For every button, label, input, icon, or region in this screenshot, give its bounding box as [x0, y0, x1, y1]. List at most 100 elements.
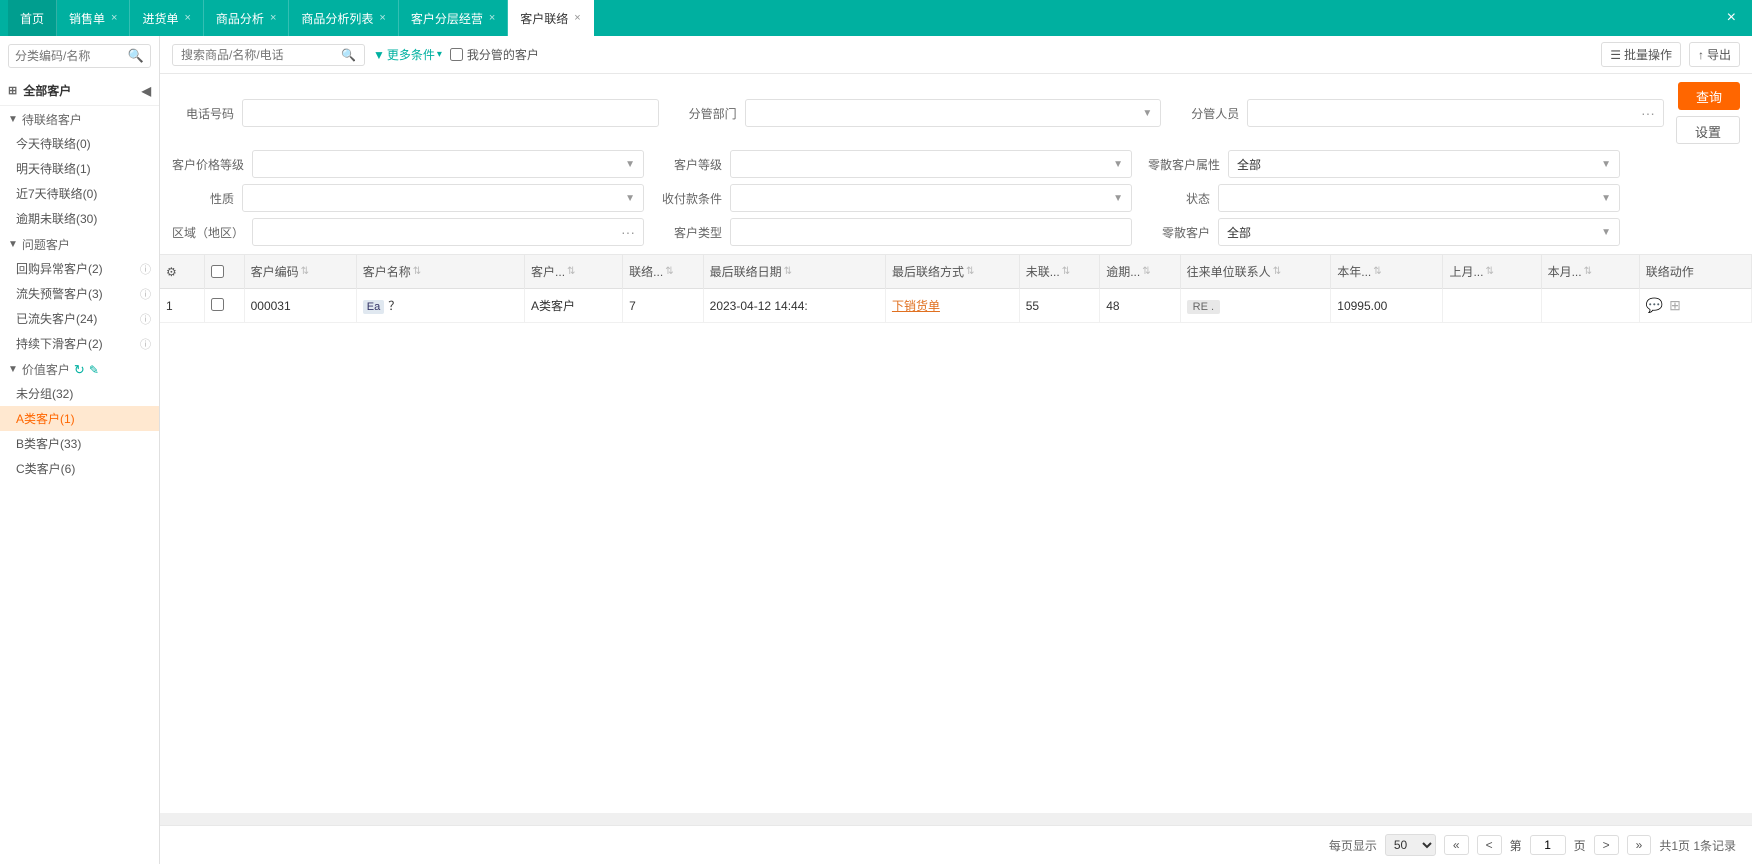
- value-edit-icon[interactable]: ✎: [89, 363, 99, 377]
- declining-label: 持续下滑客户(2): [16, 335, 103, 352]
- sidebar-item-b-class[interactable]: B类客户(33): [0, 431, 159, 456]
- cell-last-method[interactable]: 下销货单: [885, 289, 1019, 323]
- qr-icon[interactable]: ⊞: [1669, 297, 1681, 314]
- filter-person-select[interactable]: ···: [1247, 99, 1664, 127]
- adv-filter-row-3: 性质 ▼ 收付款条件 ▼ 状态: [172, 184, 1740, 212]
- nav-tab-goods-analysis-close[interactable]: ×: [270, 12, 276, 24]
- next-page-btn[interactable]: >: [1594, 835, 1619, 855]
- setting-btn[interactable]: 设置: [1676, 116, 1740, 144]
- horizontal-scrollbar[interactable]: [160, 813, 1752, 825]
- th-last-date: 最后联络日期 ⇅: [703, 255, 885, 289]
- last-page-btn[interactable]: »: [1627, 835, 1652, 855]
- nav-tab-home[interactable]: 首页: [8, 0, 57, 36]
- value-customers-group[interactable]: ▼ 价值客户 ↻ ✎: [0, 356, 159, 381]
- filter-customer-type-input[interactable]: [730, 218, 1132, 246]
- page-number-input[interactable]: [1530, 835, 1566, 855]
- sidebar-item-declining[interactable]: 持续下滑客户(2) ⓘ: [0, 331, 159, 356]
- close-all-tabs[interactable]: ×: [1719, 9, 1744, 27]
- last-contact-method-link[interactable]: 下销货单: [892, 299, 940, 313]
- value-refresh-icon[interactable]: ↻: [74, 362, 85, 378]
- sidebar-item-a-class[interactable]: A类客户(1): [0, 406, 159, 431]
- nav-tab-customer-segment-close[interactable]: ×: [489, 12, 495, 24]
- sidebar-search-input[interactable]: [15, 49, 128, 63]
- filter-person: 分管人员 ···: [1177, 99, 1664, 127]
- sidebar-item-overdue[interactable]: 逾期未联络(30): [0, 206, 159, 231]
- filter-price-level-select[interactable]: ▼: [252, 150, 644, 178]
- sidebar-search-box[interactable]: 🔍: [8, 44, 151, 68]
- filter-nature-select[interactable]: ▼: [242, 184, 644, 212]
- this-year-sort-icon[interactable]: ⇅: [1373, 266, 1381, 277]
- nav-tab-purchase-close[interactable]: ×: [184, 12, 190, 24]
- last-month-sort-icon[interactable]: ⇅: [1485, 266, 1493, 277]
- filter-region-select[interactable]: ···: [252, 218, 644, 246]
- company-contact-sort-icon[interactable]: ⇅: [1273, 266, 1281, 277]
- pending-contact-group[interactable]: ▼ 待联络客户: [0, 106, 159, 131]
- row-checkbox[interactable]: [211, 298, 224, 311]
- sidebar-item-repurchase-abnormal[interactable]: 回购异常客户(2) ⓘ: [0, 256, 159, 281]
- th-code-label: 客户编码: [251, 263, 299, 280]
- my-customer-checkbox[interactable]: [450, 48, 463, 61]
- problem-customers-group[interactable]: ▼ 问题客户: [0, 231, 159, 256]
- nav-tab-purchase[interactable]: 进货单 ×: [130, 0, 203, 36]
- sidebar-collapse-btn[interactable]: ◀: [142, 84, 151, 98]
- filter-customer-level-select[interactable]: ▼: [730, 150, 1132, 178]
- main-search-input[interactable]: [181, 48, 341, 62]
- not-contacted-sort-icon[interactable]: ⇅: [1062, 266, 1070, 277]
- prev-page-btn[interactable]: <: [1477, 835, 1502, 855]
- th-settings[interactable]: ⚙: [160, 255, 205, 289]
- nav-tab-goods-list[interactable]: 商品分析列表 ×: [289, 0, 398, 36]
- this-month-sort-icon[interactable]: ⇅: [1584, 266, 1592, 277]
- export-btn[interactable]: ↑ 导出: [1689, 42, 1740, 67]
- main-search-box[interactable]: 🔍: [172, 44, 365, 66]
- cell-checkbox[interactable]: [205, 289, 244, 323]
- person-dots-icon[interactable]: ···: [1641, 105, 1655, 121]
- contact-count-sort-icon[interactable]: ⇅: [665, 266, 673, 277]
- batch-ops-btn[interactable]: ☰ 批量操作: [1601, 42, 1681, 67]
- sidebar-item-churn-warning[interactable]: 流失预警客户(3) ⓘ: [0, 281, 159, 306]
- nav-tab-customer-contact-close[interactable]: ×: [574, 12, 580, 24]
- overdue-sort-icon[interactable]: ⇅: [1142, 266, 1150, 277]
- code-sort-icon[interactable]: ⇅: [301, 266, 309, 277]
- first-page-btn[interactable]: «: [1444, 835, 1469, 855]
- nav-tab-goods-analysis[interactable]: 商品分析 ×: [204, 0, 289, 36]
- nav-tab-goods-list-label: 商品分析列表: [301, 10, 373, 27]
- nav-tab-sales-close[interactable]: ×: [111, 12, 117, 24]
- company-contact-tag: RE .: [1187, 300, 1220, 314]
- per-page-select[interactable]: 50 100 200: [1385, 834, 1436, 856]
- filter-payment-select[interactable]: ▼: [730, 184, 1132, 212]
- retail-caret-icon: ▼: [1601, 227, 1611, 238]
- nav-tab-customer-segment[interactable]: 客户分层经营 ×: [399, 0, 508, 36]
- region-dots-icon[interactable]: ···: [621, 224, 635, 240]
- filter-retail-attr-select[interactable]: 全部 ▼: [1228, 150, 1620, 178]
- filter-retail-select[interactable]: 全部 ▼: [1218, 218, 1620, 246]
- sidebar-item-c-class[interactable]: C类客户(6): [0, 456, 159, 481]
- nav-tab-sales[interactable]: 销售单 ×: [57, 0, 130, 36]
- query-btn[interactable]: 查询: [1678, 82, 1740, 110]
- nav-tab-goods-list-close[interactable]: ×: [379, 12, 385, 24]
- type-sort-icon[interactable]: ⇅: [567, 266, 575, 277]
- main-layout: 🔍 ⊞ 全部客户 ◀ ▼ 待联络客户 今天待联络(0) 明天待联络(1) 近7天…: [0, 36, 1752, 864]
- sidebar-item-churned[interactable]: 已流失客户(24) ⓘ: [0, 306, 159, 331]
- per-page-label: 每页显示: [1329, 837, 1377, 854]
- chat-icon[interactable]: 💬: [1646, 297, 1663, 314]
- th-checkbox[interactable]: [205, 255, 244, 289]
- last-date-sort-icon[interactable]: ⇅: [784, 266, 792, 277]
- my-customer-label: 我分管的客户: [467, 46, 539, 63]
- nav-tab-customer-contact[interactable]: 客户联络 ×: [508, 0, 593, 36]
- more-filters-btn[interactable]: ▼ 更多条件 ▾: [373, 46, 442, 63]
- sidebar-item-today[interactable]: 今天待联络(0): [0, 131, 159, 156]
- th-overdue-label: 逾期...: [1106, 263, 1140, 280]
- filter-price-level: 客户价格等级 ▼: [172, 150, 644, 178]
- filter-phone-input[interactable]: [242, 99, 659, 127]
- select-all-checkbox[interactable]: [211, 265, 224, 278]
- funnel-icon: ▼: [373, 48, 385, 62]
- filter-dept-select[interactable]: ▼: [745, 99, 1162, 127]
- my-customer-filter[interactable]: 我分管的客户: [450, 46, 539, 63]
- tomorrow-label: 明天待联络(1): [16, 160, 91, 177]
- sidebar-item-7days[interactable]: 近7天待联络(0): [0, 181, 159, 206]
- sidebar-item-tomorrow[interactable]: 明天待联络(1): [0, 156, 159, 181]
- filter-status-select[interactable]: ▼: [1218, 184, 1620, 212]
- last-method-sort-icon[interactable]: ⇅: [966, 266, 974, 277]
- sidebar-item-ungrouped[interactable]: 未分组(32): [0, 381, 159, 406]
- name-sort-icon[interactable]: ⇅: [413, 266, 421, 277]
